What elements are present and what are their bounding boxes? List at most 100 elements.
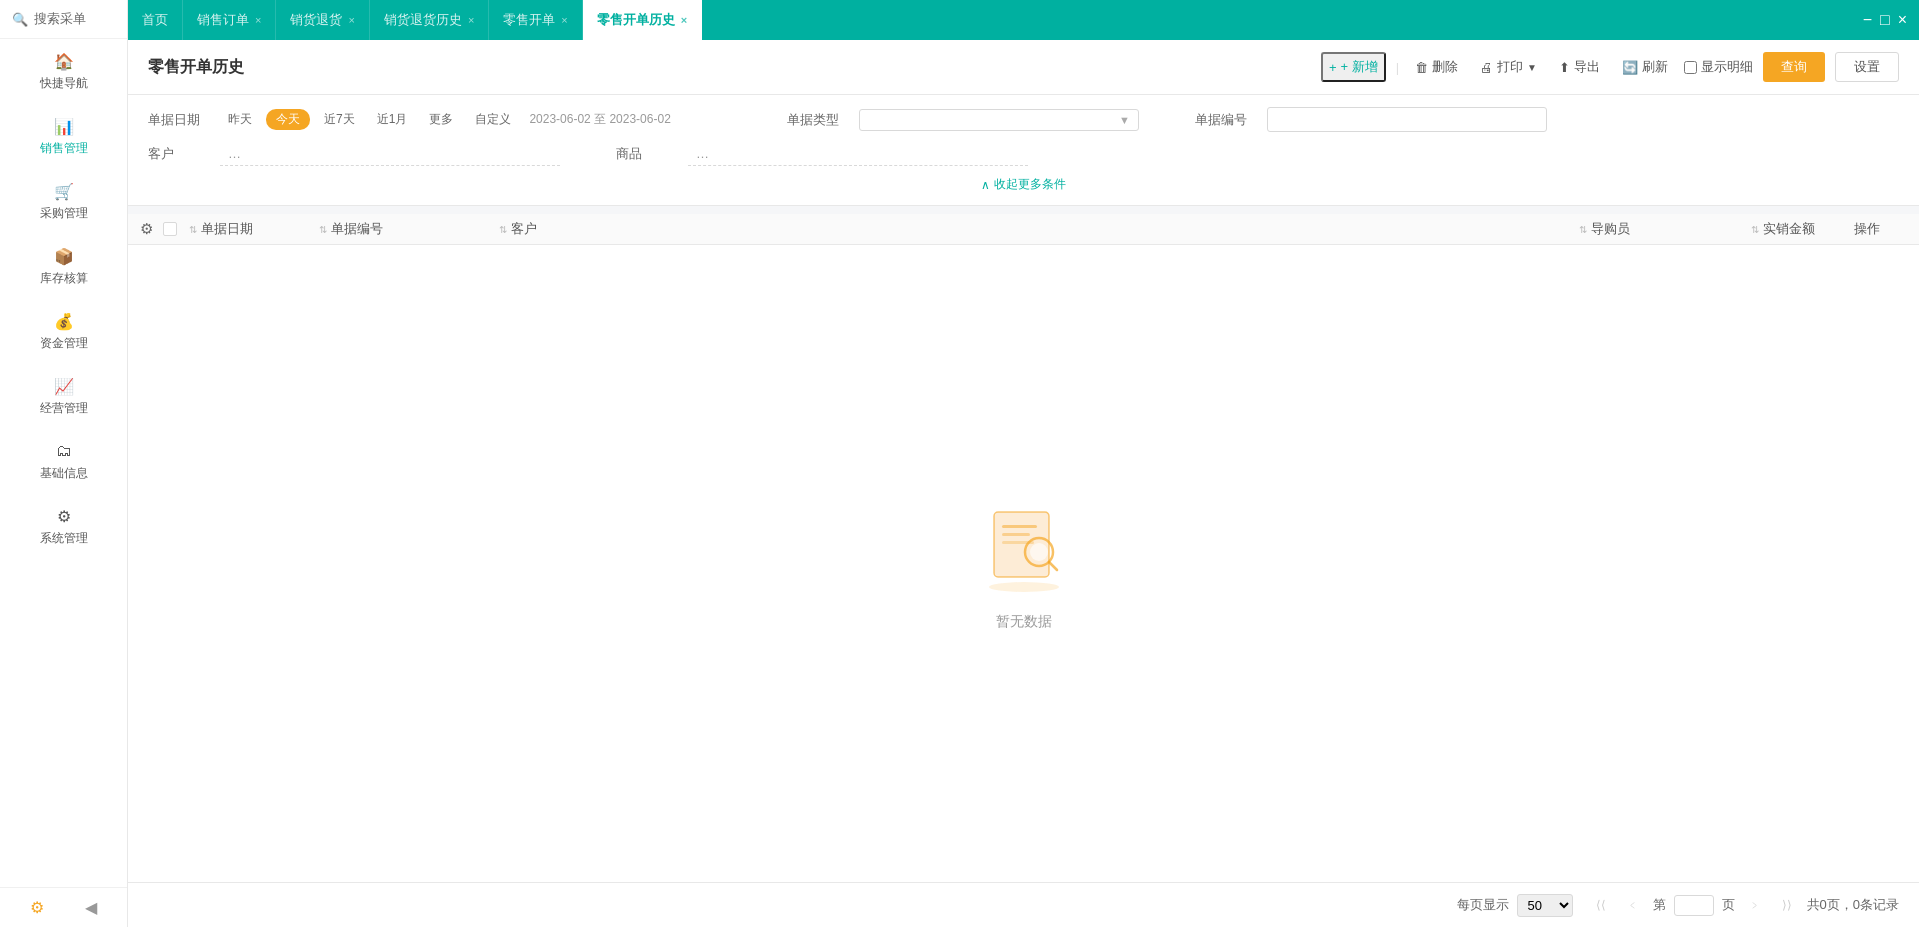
collapse-button[interactable]: ∧ 收起更多条件 <box>981 176 1066 193</box>
print-button[interactable]: 🖨 打印 ▼ <box>1474 54 1543 80</box>
inventory-icon: 📦 <box>54 246 74 266</box>
collapse-up-icon: ∧ <box>981 178 990 192</box>
tab-retail-open-history[interactable]: 零售开单历史 × <box>583 0 702 40</box>
tab-retail-open[interactable]: 零售开单 × <box>489 0 582 40</box>
sidebar-item-basic-info[interactable]: 🗂 基础信息 <box>0 429 127 494</box>
sidebar-bottom: ⚙ ◀ <box>0 887 127 927</box>
tab-retail-open-close[interactable]: × <box>561 14 567 26</box>
tab-retail-open-label: 零售开单 <box>503 11 555 29</box>
page-next-button[interactable]: ﹥ <box>1743 893 1767 917</box>
sidebar-item-purchase-mgmt[interactable]: 🛒 采购管理 <box>0 169 127 234</box>
date-btn-yesterday[interactable]: 昨天 <box>220 109 260 130</box>
th-date: ⇅ 单据日期 <box>177 220 307 238</box>
svg-point-0 <box>989 582 1059 592</box>
th-amount: ⇅ 实销金额 <box>1687 220 1827 238</box>
sidebar-search[interactable]: 🔍 搜索采单 <box>0 0 127 39</box>
customer-input[interactable] <box>220 142 560 166</box>
select-all-checkbox[interactable] <box>163 222 177 236</box>
th-guide: ⇅ 导购员 <box>1567 220 1687 238</box>
tab-home-label: 首页 <box>142 11 168 29</box>
sort-number-icon[interactable]: ⇅ <box>319 224 327 235</box>
add-button[interactable]: + + 新增 <box>1321 52 1386 82</box>
sidebar-item-label: 采购管理 <box>40 205 88 222</box>
window-close-icon[interactable]: × <box>1898 11 1907 29</box>
page-area: 零售开单历史 + + 新增 | 🗑 删除 🖨 打印 ▼ <box>128 40 1919 927</box>
doc-number-input[interactable] <box>1267 107 1547 132</box>
tab-sales-return-history[interactable]: 销货退货历史 × <box>370 0 489 40</box>
window-maximize-icon[interactable]: □ <box>1880 11 1890 29</box>
collapse-sidebar-icon[interactable]: ◀ <box>85 898 97 917</box>
export-button[interactable]: ⬆ 导出 <box>1553 54 1606 80</box>
query-button[interactable]: 查询 <box>1763 52 1825 82</box>
th-number: ⇅ 单据编号 <box>307 220 487 238</box>
sidebar-item-label: 系统管理 <box>40 530 88 547</box>
pagination-total: 共0页，0条记录 <box>1807 896 1899 914</box>
sidebar-item-label: 基础信息 <box>40 465 88 482</box>
date-btn-today[interactable]: 今天 <box>266 109 310 130</box>
settings-bottom-icon[interactable]: ⚙ <box>30 898 44 917</box>
sidebar-item-sales-mgmt[interactable]: 📊 销售管理 <box>0 104 127 169</box>
sidebar-search-label: 搜索采单 <box>34 10 86 28</box>
page-prev-button[interactable]: ﹤ <box>1621 893 1645 917</box>
tab-sales-order-close[interactable]: × <box>255 14 261 26</box>
svg-point-7 <box>1030 543 1048 561</box>
tab-sales-return-history-label: 销货退货历史 <box>384 11 462 29</box>
display-switch-checkbox[interactable] <box>1684 61 1697 74</box>
tab-sales-order[interactable]: 销售订单 × <box>183 0 276 40</box>
purchase-icon: 🛒 <box>54 181 74 201</box>
window-minimize-icon[interactable]: − <box>1863 11 1872 29</box>
date-filter-buttons: 昨天 今天 近7天 近1月 更多 自定义 2023-06-02 至 2023-0… <box>220 109 671 130</box>
doc-type-select[interactable]: ▼ <box>859 109 1139 131</box>
sidebar-item-label: 库存核算 <box>40 270 88 287</box>
sort-amount-icon[interactable]: ⇅ <box>1751 224 1759 235</box>
th-customer: ⇅ 客户 <box>487 220 1567 238</box>
delete-button[interactable]: 🗑 删除 <box>1409 54 1464 80</box>
goods-filter-label: 商品 <box>616 145 672 163</box>
tab-sales-return-history-close[interactable]: × <box>468 14 474 26</box>
sidebar-item-sys-mgmt[interactable]: ⚙ 系统管理 <box>0 494 127 559</box>
empty-state: 暂无数据 <box>128 245 1919 882</box>
delete-icon: 🗑 <box>1415 60 1428 75</box>
date-btn-custom[interactable]: 自定义 <box>467 109 519 130</box>
page-header: 零售开单历史 + + 新增 | 🗑 删除 🖨 打印 ▼ <box>128 40 1919 95</box>
per-page-label: 每页显示 <box>1457 896 1509 914</box>
basic-info-icon: 🗂 <box>54 441 74 461</box>
tab-sales-return[interactable]: 销货退货 × <box>276 0 369 40</box>
sales-icon: 📊 <box>54 116 74 136</box>
sidebar-item-operations[interactable]: 📈 经营管理 <box>0 364 127 429</box>
operations-icon: 📈 <box>54 376 74 396</box>
page-first-button[interactable]: ⟨⟨ <box>1589 893 1613 917</box>
sidebar-item-finance[interactable]: 💰 资金管理 <box>0 299 127 364</box>
home-icon: 🏠 <box>54 51 74 71</box>
table-settings-icon[interactable]: ⚙ <box>140 220 153 238</box>
sidebar-nav: 🏠 快捷导航 📊 销售管理 🛒 采购管理 📦 库存核算 💰 资金管理 📈 经营管… <box>0 39 127 887</box>
refresh-button[interactable]: 🔄 刷新 <box>1616 54 1674 80</box>
sort-customer-icon[interactable]: ⇅ <box>499 224 507 235</box>
sort-date-icon[interactable]: ⇅ <box>189 224 197 235</box>
svg-rect-3 <box>1002 525 1037 528</box>
page-input[interactable]: 1 <box>1674 895 1714 916</box>
sidebar-item-inventory[interactable]: 📦 库存核算 <box>0 234 127 299</box>
per-page-select[interactable]: 50 100 200 <box>1517 894 1573 917</box>
tab-sales-return-label: 销货退货 <box>290 11 342 29</box>
page-last-button[interactable]: ⟩⟩ <box>1775 893 1799 917</box>
date-btn-1month[interactable]: 近1月 <box>369 109 416 130</box>
tab-sales-return-close[interactable]: × <box>348 14 354 26</box>
tab-home[interactable]: 首页 <box>128 0 183 40</box>
filter-area: 单据日期 昨天 今天 近7天 近1月 更多 自定义 2023-06-02 至 2… <box>128 95 1919 206</box>
tab-retail-open-history-close[interactable]: × <box>681 14 687 26</box>
date-btn-7days[interactable]: 近7天 <box>316 109 363 130</box>
sort-guide-icon[interactable]: ⇅ <box>1579 224 1587 235</box>
sidebar-item-label: 经营管理 <box>40 400 88 417</box>
page-title: 零售开单历史 <box>148 57 244 78</box>
goods-input[interactable] <box>688 142 1028 166</box>
doc-type-filter-label: 单据类型 <box>787 111 843 129</box>
date-btn-more[interactable]: 更多 <box>421 109 461 130</box>
collapse-label: 收起更多条件 <box>994 176 1066 193</box>
setting-button[interactable]: 设置 <box>1835 52 1899 82</box>
display-switch[interactable]: 显示明细 <box>1684 58 1753 76</box>
toolbar: + + 新增 | 🗑 删除 🖨 打印 ▼ ⬆ 导出 <box>1321 52 1899 82</box>
filter-row-1: 单据日期 昨天 今天 近7天 近1月 更多 自定义 2023-06-02 至 2… <box>148 107 1899 132</box>
sidebar-item-quick-nav[interactable]: 🏠 快捷导航 <box>0 39 127 104</box>
filter-row-2: 客户 商品 <box>148 142 1899 166</box>
